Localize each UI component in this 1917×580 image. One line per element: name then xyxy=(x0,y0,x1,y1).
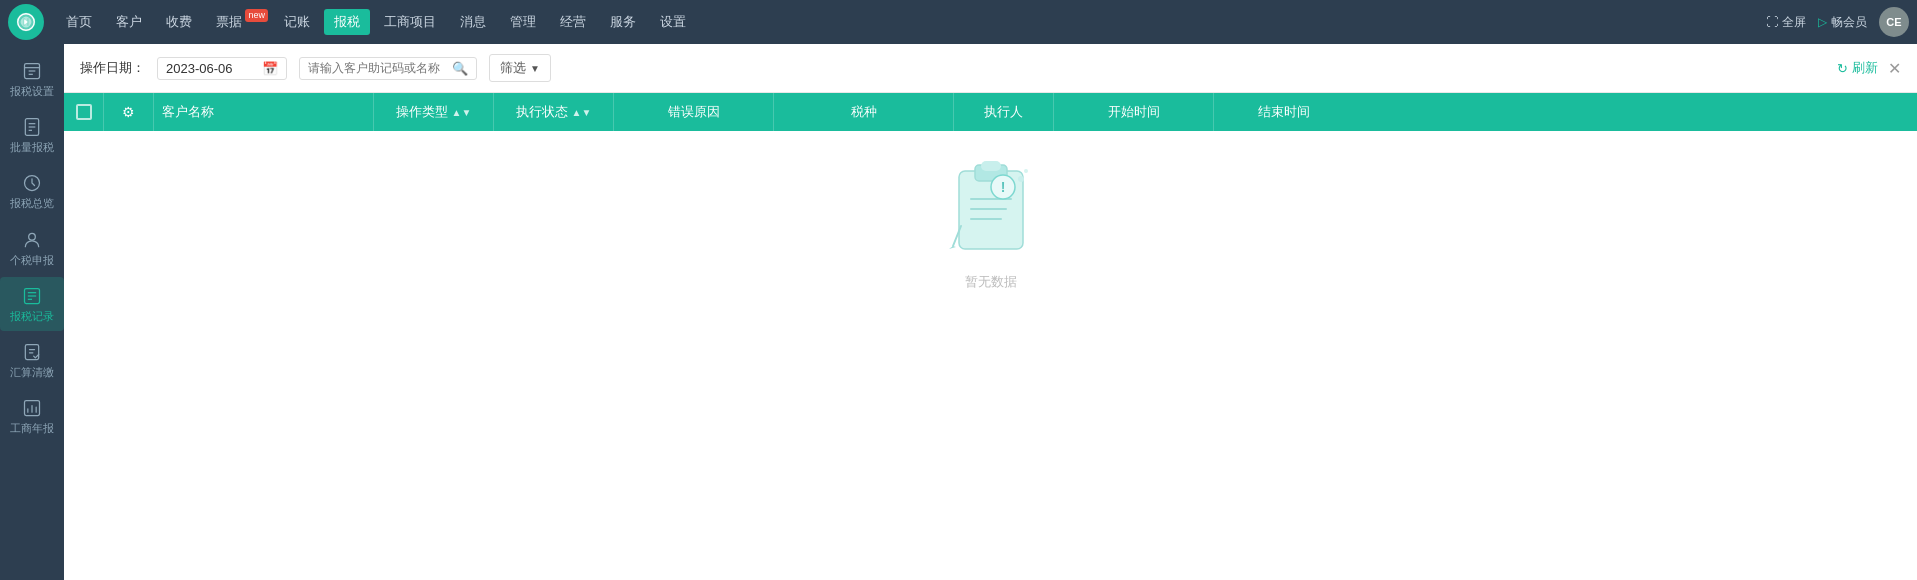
date-picker[interactable]: 📅 xyxy=(157,57,287,80)
sidebar: 报税设置 批量报税 报税总览 个税申报 报税记录 xyxy=(0,44,64,580)
personal-tax-icon xyxy=(21,229,43,251)
sidebar-label-annual-report: 工商年报 xyxy=(10,422,54,435)
batch-tax-icon xyxy=(21,116,43,138)
th-operation-type[interactable]: 操作类型 ▲▼ xyxy=(374,93,494,131)
main-layout: 报税设置 批量报税 报税总览 个税申报 报税记录 xyxy=(0,44,1917,580)
sort-icon-status: ▲▼ xyxy=(572,107,592,118)
filter-button[interactable]: 筛选 ▼ xyxy=(489,54,551,82)
date-label: 操作日期： xyxy=(80,59,145,77)
svg-marker-26 xyxy=(949,246,956,249)
fullscreen-btn[interactable]: ⛶ 全屏 xyxy=(1766,14,1806,31)
table-body: ! 暂无数据 xyxy=(64,131,1917,580)
header-checkbox[interactable] xyxy=(76,104,92,120)
nav-item-collection[interactable]: 收费 xyxy=(156,9,202,35)
sidebar-item-tax-record[interactable]: 报税记录 xyxy=(0,277,64,331)
tax-settings-icon xyxy=(21,60,43,82)
nav-items: 首页 客户 收费 票据 new 记账 报税 工商项目 消息 管理 经营 服务 设… xyxy=(56,9,1766,35)
empty-text: 暂无数据 xyxy=(965,273,1017,291)
avatar[interactable]: CE xyxy=(1879,7,1909,37)
logo[interactable] xyxy=(8,4,44,40)
nav-item-management[interactable]: 管理 xyxy=(500,9,546,35)
empty-illustration: ! xyxy=(941,151,1041,261)
svg-point-27 xyxy=(1018,176,1024,182)
sidebar-label-batch-tax: 批量报税 xyxy=(10,141,54,154)
settlement-icon xyxy=(21,341,43,363)
search-icon[interactable]: 🔍 xyxy=(452,61,468,76)
top-navigation: 首页 客户 收费 票据 new 记账 报税 工商项目 消息 管理 经营 服务 设… xyxy=(0,0,1917,44)
vip-icon: ▷ xyxy=(1818,15,1827,29)
table-header: ⚙ 客户名称 操作类型 ▲▼ 执行状态 ▲▼ 错误原因 税种 xyxy=(64,93,1917,131)
tax-overview-icon xyxy=(21,172,43,194)
toolbar-right: ↻ 刷新 ✕ xyxy=(1837,59,1901,78)
sort-icon-operation: ▲▼ xyxy=(452,107,472,118)
sidebar-label-tax-record: 报税记录 xyxy=(10,310,54,323)
vip-btn[interactable]: ▷ 畅会员 xyxy=(1818,14,1867,31)
empty-state: ! 暂无数据 xyxy=(64,131,1917,311)
refresh-icon: ↻ xyxy=(1837,61,1848,76)
th-executor: 执行人 xyxy=(954,93,1054,131)
annual-report-icon xyxy=(21,397,43,419)
column-settings-icon[interactable]: ⚙ xyxy=(122,104,135,120)
nav-item-message[interactable]: 消息 xyxy=(450,9,496,35)
nav-item-settings[interactable]: 设置 xyxy=(650,9,696,35)
fullscreen-icon: ⛶ xyxy=(1766,15,1778,29)
sidebar-label-tax-overview: 报税总览 xyxy=(10,197,54,210)
th-end-time: 结束时间 xyxy=(1214,93,1354,131)
svg-rect-19 xyxy=(981,161,1001,171)
nav-item-taxreport[interactable]: 报税 xyxy=(324,9,370,35)
sidebar-label-tax-settings: 报税设置 xyxy=(10,85,54,98)
nav-item-customer[interactable]: 客户 xyxy=(106,9,152,35)
sidebar-item-tax-settings[interactable]: 报税设置 xyxy=(0,52,64,106)
calendar-icon: 📅 xyxy=(262,61,278,76)
sidebar-item-batch-tax[interactable]: 批量报税 xyxy=(0,108,64,162)
nav-item-operation[interactable]: 经营 xyxy=(550,9,596,35)
sidebar-label-personal-tax: 个税申报 xyxy=(10,254,54,267)
th-tax-type: 税种 xyxy=(774,93,954,131)
th-exec-status[interactable]: 执行状态 ▲▼ xyxy=(494,93,614,131)
svg-point-28 xyxy=(1024,169,1028,173)
table-container: ⚙ 客户名称 操作类型 ▲▼ 执行状态 ▲▼ 错误原因 税种 xyxy=(64,93,1917,580)
search-input[interactable] xyxy=(308,61,448,75)
sidebar-item-annual-report[interactable]: 工商年报 xyxy=(0,389,64,443)
toolbar: 操作日期： 📅 🔍 筛选 ▼ ↻ 刷新 ✕ xyxy=(64,44,1917,93)
new-badge: new xyxy=(245,9,268,22)
th-error-reason: 错误原因 xyxy=(614,93,774,131)
search-box: 🔍 xyxy=(299,57,477,80)
nav-item-bizproject[interactable]: 工商项目 xyxy=(374,9,446,35)
sidebar-item-personal-tax[interactable]: 个税申报 xyxy=(0,221,64,275)
nav-item-bookkeeping[interactable]: 记账 xyxy=(274,9,320,35)
th-checkbox[interactable] xyxy=(64,93,104,131)
date-input[interactable] xyxy=(166,61,256,76)
close-button[interactable]: ✕ xyxy=(1888,59,1901,78)
content-area: 操作日期： 📅 🔍 筛选 ▼ ↻ 刷新 ✕ xyxy=(64,44,1917,580)
svg-text:!: ! xyxy=(1000,179,1005,195)
sidebar-item-settlement[interactable]: 汇算清缴 xyxy=(0,333,64,387)
th-start-time: 开始时间 xyxy=(1054,93,1214,131)
chevron-down-icon: ▼ xyxy=(530,63,540,74)
filter-label: 筛选 xyxy=(500,59,526,77)
nav-item-home[interactable]: 首页 xyxy=(56,9,102,35)
sidebar-label-settlement: 汇算清缴 xyxy=(10,366,54,379)
sidebar-item-tax-overview[interactable]: 报税总览 xyxy=(0,164,64,218)
nav-item-service[interactable]: 服务 xyxy=(600,9,646,35)
svg-point-10 xyxy=(29,233,36,240)
refresh-button[interactable]: ↻ 刷新 xyxy=(1837,59,1878,77)
nav-item-invoice[interactable]: 票据 new xyxy=(206,9,270,35)
th-settings[interactable]: ⚙ xyxy=(104,93,154,131)
th-customer-name: 客户名称 xyxy=(154,93,374,131)
tax-record-icon xyxy=(21,285,43,307)
top-nav-right: ⛶ 全屏 ▷ 畅会员 CE xyxy=(1766,7,1909,37)
